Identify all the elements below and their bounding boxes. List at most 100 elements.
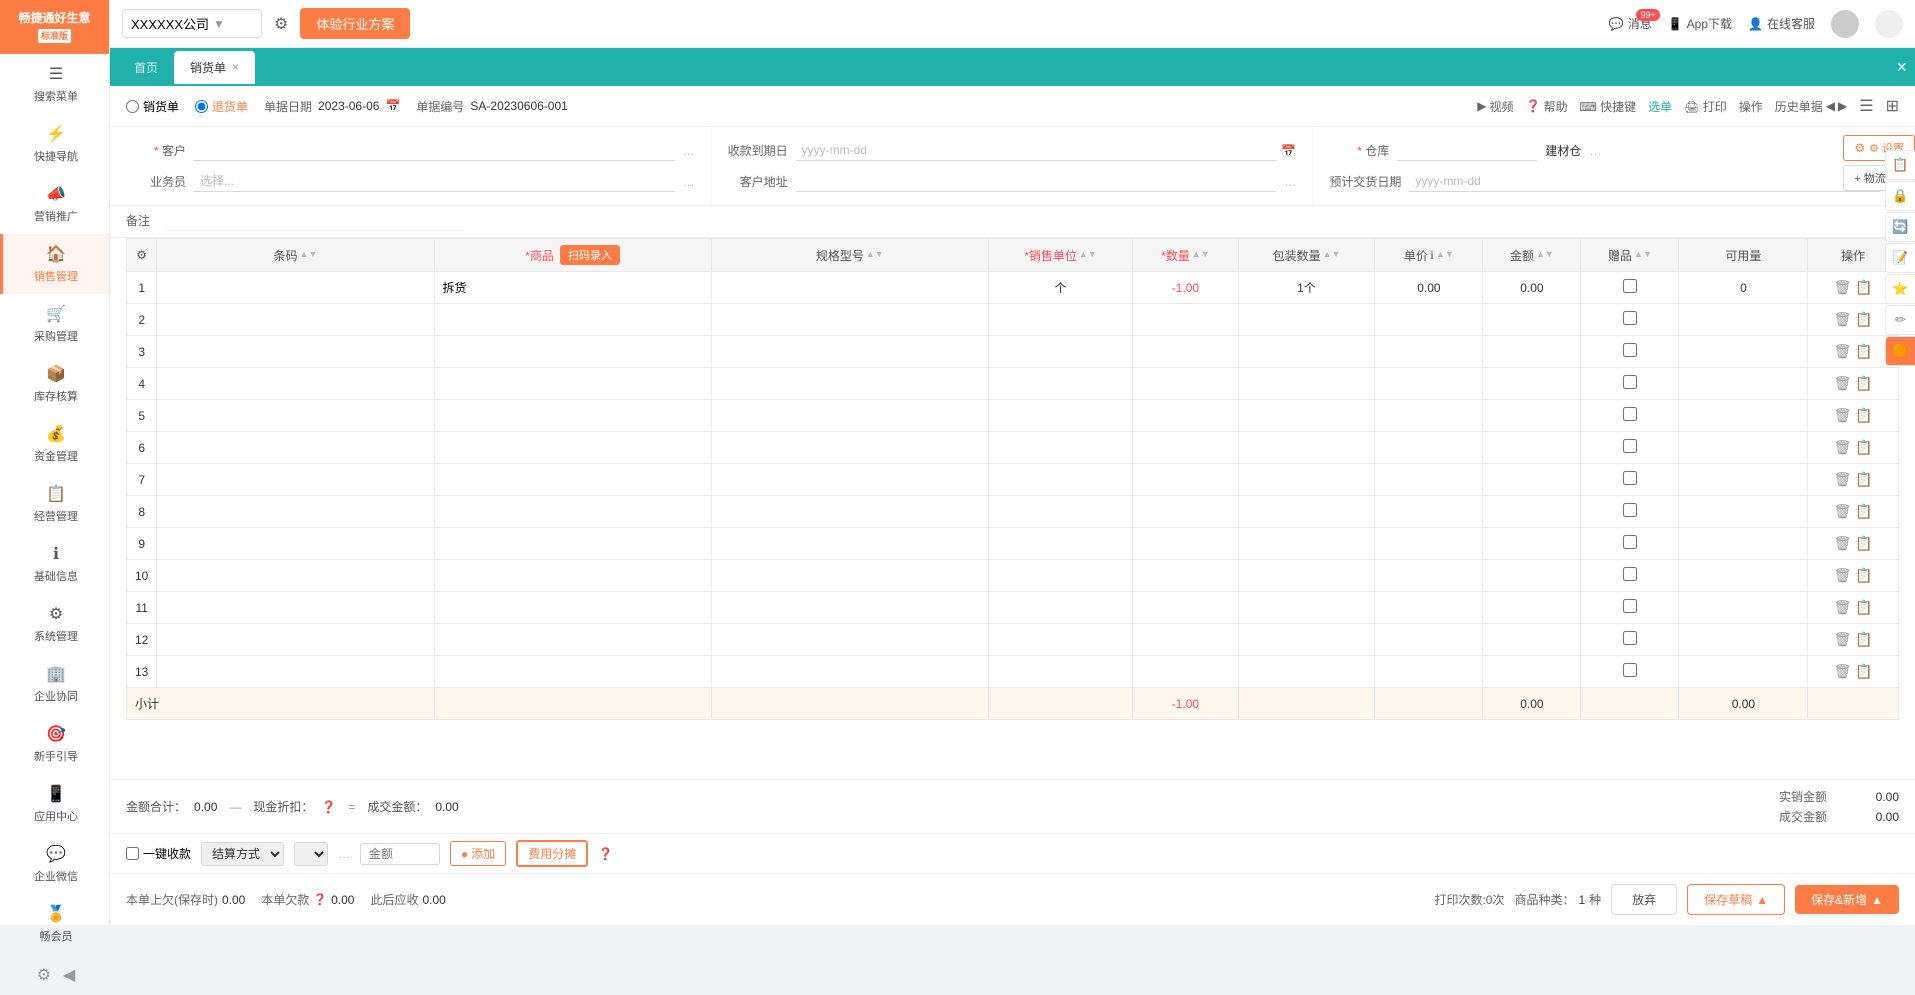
price-sort-icon[interactable]: ▲▼: [1436, 251, 1454, 258]
row-barcode[interactable]: [157, 272, 434, 304]
tab-home[interactable]: 首页: [118, 51, 174, 84]
row-quantity[interactable]: [1133, 560, 1239, 592]
product-input[interactable]: [443, 569, 703, 583]
float-btn-6[interactable]: ✏: [1885, 305, 1915, 335]
barcode-input[interactable]: [165, 345, 425, 359]
row-amount[interactable]: [1483, 432, 1581, 464]
product-input[interactable]: [443, 633, 703, 647]
float-btn-orange[interactable]: 🟠: [1885, 336, 1915, 366]
expected-delivery-input[interactable]: [1409, 171, 1880, 192]
row-unit-price[interactable]: [1375, 368, 1483, 400]
row-amount[interactable]: [1483, 464, 1581, 496]
sidebar-collapse-icon[interactable]: ◀: [63, 965, 75, 985]
price-info-icon[interactable]: ℹ: [1430, 249, 1434, 262]
row-unit-price[interactable]: [1375, 496, 1483, 528]
row-quantity[interactable]: [1133, 336, 1239, 368]
row-package-qty[interactable]: 1个: [1238, 272, 1375, 304]
delete-row-button[interactable]: 🗑: [1834, 535, 1852, 552]
product-input[interactable]: [443, 665, 703, 679]
row-amount[interactable]: 0.00: [1483, 272, 1581, 304]
spec-input[interactable]: [720, 633, 980, 647]
copy-row-button[interactable]: 📋: [1855, 471, 1872, 488]
copy-row-button[interactable]: 📋: [1855, 407, 1872, 424]
row-spec[interactable]: [711, 432, 988, 464]
row-gift[interactable]: [1581, 368, 1679, 400]
app-download-button[interactable]: 📱 App下载: [1668, 15, 1732, 32]
spec-input[interactable]: [720, 569, 980, 583]
customer-address-input[interactable]: [796, 171, 1277, 192]
row-unit-price[interactable]: 0.00: [1375, 272, 1483, 304]
row-gift[interactable]: [1581, 592, 1679, 624]
add-payment-button[interactable]: ● 添加: [450, 841, 506, 866]
trial-button[interactable]: 体验行业方案: [300, 8, 410, 39]
pkg-sort-icon[interactable]: ▲▼: [1323, 251, 1341, 258]
sidebar-item-marketing[interactable]: 📣 营销推广: [0, 174, 109, 234]
delete-row-button[interactable]: 🗑: [1834, 279, 1852, 296]
row-spec[interactable]: [711, 656, 988, 688]
product-input[interactable]: [443, 313, 703, 327]
radio-sales-label[interactable]: 销货单: [126, 98, 179, 115]
gift-checkbox[interactable]: [1623, 631, 1637, 645]
view-grid-icon[interactable]: ⊞: [1886, 96, 1899, 116]
row-barcode[interactable]: [157, 336, 434, 368]
row-barcode[interactable]: [157, 528, 434, 560]
qty-sort-icon[interactable]: ▲▼: [1192, 251, 1210, 258]
row-barcode[interactable]: [157, 304, 434, 336]
amount-sort-icon[interactable]: ▲▼: [1536, 251, 1554, 258]
sidebar-item-guide[interactable]: 🎯 新手引导: [0, 714, 109, 774]
row-amount[interactable]: [1483, 528, 1581, 560]
row-product[interactable]: [434, 592, 711, 624]
expense-split-button[interactable]: 费用分摊: [516, 840, 588, 867]
product-input[interactable]: [443, 601, 703, 615]
scan-button[interactable]: 扫码录入: [560, 245, 620, 265]
sidebar-item-operations[interactable]: 📋 经营管理: [0, 474, 109, 534]
row-gift[interactable]: [1581, 496, 1679, 528]
row-amount[interactable]: [1483, 304, 1581, 336]
gift-checkbox[interactable]: [1623, 503, 1637, 517]
row-unit-price[interactable]: [1375, 656, 1483, 688]
row-product[interactable]: [434, 432, 711, 464]
row-barcode[interactable]: [157, 400, 434, 432]
barcode-input[interactable]: [165, 601, 425, 615]
toolbar-shortcut[interactable]: ⌨ 快捷键: [1579, 98, 1636, 115]
float-btn-3[interactable]: 🔄: [1885, 212, 1915, 242]
user-avatar-2[interactable]: [1875, 10, 1903, 38]
row-spec[interactable]: [711, 272, 988, 304]
row-barcode[interactable]: [157, 592, 434, 624]
row-sales-unit[interactable]: [988, 400, 1132, 432]
copy-row-button[interactable]: 📋: [1855, 311, 1872, 328]
th-settings[interactable]: ⚙: [127, 239, 157, 272]
warehouse-more-icon[interactable]: …: [1589, 144, 1601, 158]
float-btn-5[interactable]: ⭐: [1885, 274, 1915, 304]
radio-sales[interactable]: [126, 100, 139, 113]
row-quantity[interactable]: [1133, 400, 1239, 432]
gift-checkbox[interactable]: [1623, 471, 1637, 485]
delete-row-button[interactable]: 🗑: [1834, 439, 1852, 456]
settlement-method-select2[interactable]: [294, 842, 328, 866]
row-package-qty[interactable]: [1238, 304, 1375, 336]
toolbar-video[interactable]: ▶ 视频: [1477, 98, 1513, 115]
copy-row-button[interactable]: 📋: [1855, 503, 1872, 520]
gift-checkbox[interactable]: [1623, 407, 1637, 421]
float-btn-4[interactable]: 📝: [1885, 243, 1915, 273]
row-product[interactable]: [434, 336, 711, 368]
row-package-qty[interactable]: [1238, 528, 1375, 560]
row-package-qty[interactable]: [1238, 464, 1375, 496]
row-gift[interactable]: [1581, 272, 1679, 304]
row-quantity[interactable]: [1133, 368, 1239, 400]
row-spec[interactable]: [711, 528, 988, 560]
row-barcode[interactable]: [157, 624, 434, 656]
row-amount[interactable]: [1483, 560, 1581, 592]
row-gift[interactable]: [1581, 624, 1679, 656]
sidebar-item-sales[interactable]: 🏠 销售管理: [0, 234, 109, 294]
row-package-qty[interactable]: [1238, 496, 1375, 528]
spec-input[interactable]: [720, 281, 980, 295]
row-package-qty[interactable]: [1238, 656, 1375, 688]
sidebar-item-purchase[interactable]: 🛒 采购管理: [0, 294, 109, 354]
barcode-input[interactable]: [165, 633, 425, 647]
row-package-qty[interactable]: [1238, 592, 1375, 624]
discard-button[interactable]: 放弃: [1611, 884, 1677, 915]
gift-checkbox[interactable]: [1623, 567, 1637, 581]
row-product[interactable]: [434, 656, 711, 688]
delete-row-button[interactable]: 🗑: [1834, 311, 1852, 328]
